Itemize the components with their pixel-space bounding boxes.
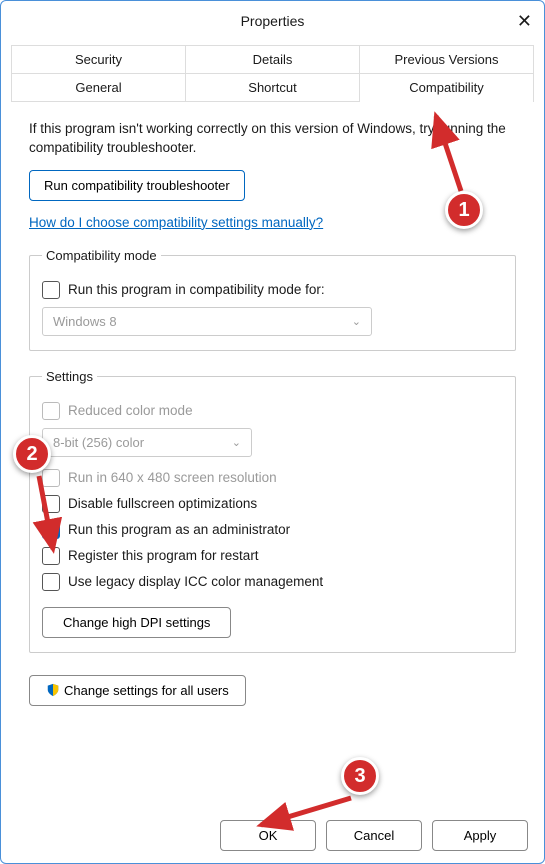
- annotation-badge-1: 1: [445, 191, 483, 229]
- window-title: Properties: [241, 13, 305, 29]
- ok-button[interactable]: OK: [220, 820, 316, 851]
- apply-button[interactable]: Apply: [432, 820, 528, 851]
- tab-shortcut[interactable]: Shortcut: [186, 74, 360, 102]
- change-all-users-button[interactable]: Change settings for all users: [29, 675, 246, 706]
- checkbox-compat-mode-label: Run this program in compatibility mode f…: [68, 282, 325, 297]
- checkbox-run-640-label: Run in 640 x 480 screen resolution: [68, 470, 277, 485]
- checkbox-disable-fullscreen[interactable]: [42, 495, 60, 513]
- change-dpi-button[interactable]: Change high DPI settings: [42, 607, 231, 638]
- select-color-depth-value: 8-bit (256) color: [53, 435, 144, 450]
- group-settings: Settings Reduced color mode 8-bit (256) …: [29, 369, 516, 653]
- checkbox-legacy-icc-label: Use legacy display ICC color management: [68, 574, 323, 589]
- select-compat-os-value: Windows 8: [53, 314, 117, 329]
- chevron-down-icon: ⌄: [352, 315, 361, 328]
- tab-security[interactable]: Security: [12, 46, 186, 74]
- help-link[interactable]: How do I choose compatibility settings m…: [29, 215, 323, 230]
- intro-text: If this program isn't working correctly …: [29, 120, 516, 158]
- tab-details[interactable]: Details: [186, 46, 360, 74]
- tab-compatibility[interactable]: Compatibility: [360, 74, 533, 102]
- checkbox-register-restart-label: Register this program for restart: [68, 548, 259, 563]
- group-compatibility-mode: Compatibility mode Run this program in c…: [29, 248, 516, 351]
- checkbox-legacy-icc[interactable]: [42, 573, 60, 591]
- select-compat-os[interactable]: Windows 8 ⌄: [42, 307, 372, 336]
- change-all-users-label: Change settings for all users: [64, 683, 229, 698]
- checkbox-run-as-admin-label: Run this program as an administrator: [68, 522, 290, 537]
- run-troubleshooter-button[interactable]: Run compatibility troubleshooter: [29, 170, 245, 201]
- annotation-badge-2: 2: [13, 435, 51, 473]
- tab-previous-versions[interactable]: Previous Versions: [360, 46, 533, 74]
- shield-icon: [46, 683, 60, 697]
- cancel-button[interactable]: Cancel: [326, 820, 422, 851]
- tab-strip: Security Details Previous Versions Gener…: [11, 45, 534, 102]
- checkbox-run-as-admin[interactable]: [42, 521, 60, 539]
- checkbox-register-restart[interactable]: [42, 547, 60, 565]
- group-settings-legend: Settings: [42, 369, 97, 384]
- checkbox-disable-fullscreen-label: Disable fullscreen optimizations: [68, 496, 257, 511]
- group-compat-legend: Compatibility mode: [42, 248, 161, 263]
- close-icon[interactable]: ✕: [517, 11, 532, 32]
- dialog-footer: OK Cancel Apply: [220, 820, 528, 851]
- checkbox-run-640: [42, 469, 60, 487]
- chevron-down-icon: ⌄: [232, 436, 241, 449]
- annotation-badge-3: 3: [341, 757, 379, 795]
- titlebar: Properties ✕: [1, 1, 544, 41]
- checkbox-reduced-color: [42, 402, 60, 420]
- tab-general[interactable]: General: [12, 74, 186, 102]
- select-color-depth: 8-bit (256) color ⌄: [42, 428, 252, 457]
- checkbox-reduced-color-label: Reduced color mode: [68, 403, 193, 418]
- checkbox-compat-mode[interactable]: [42, 281, 60, 299]
